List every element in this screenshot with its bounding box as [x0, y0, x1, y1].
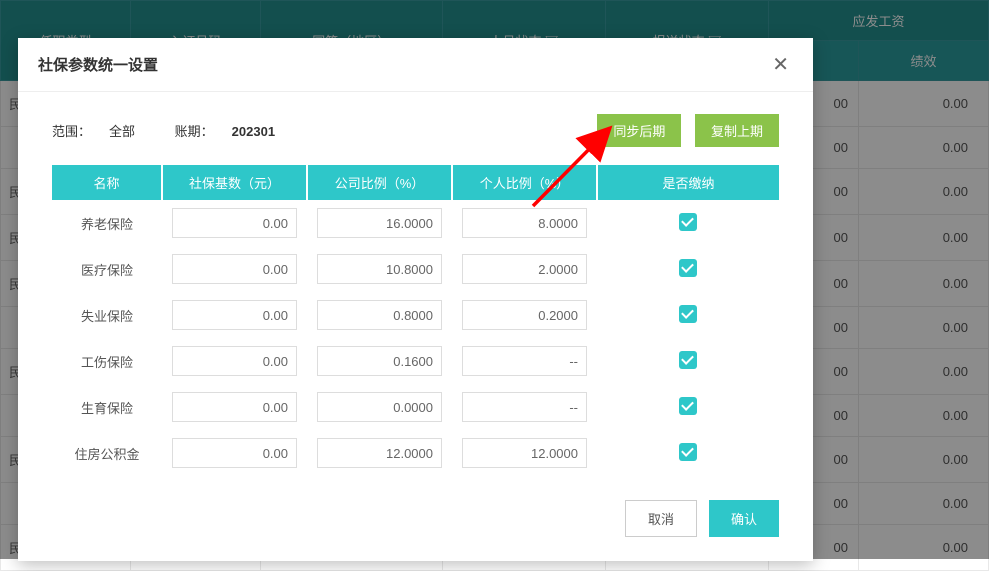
personal-rate-input[interactable] [462, 438, 587, 468]
modal-info: 范围： 全部 账期： 202301 [52, 121, 293, 140]
company-rate-input[interactable] [317, 438, 442, 468]
table-row: 工伤保险 [52, 338, 779, 384]
personal-rate-input[interactable] [462, 346, 587, 376]
company-rate-input[interactable] [317, 208, 442, 238]
col-personal: 个人比例（%） [452, 165, 597, 200]
row-name: 工伤保险 [52, 338, 162, 384]
row-name: 医疗保险 [52, 246, 162, 292]
table-row: 生育保险 [52, 384, 779, 430]
base-input[interactable] [172, 438, 297, 468]
pay-checkbox[interactable] [679, 213, 697, 231]
period-label: 账期： [175, 121, 214, 140]
range-value: 全部 [109, 121, 135, 140]
personal-rate-input[interactable] [462, 208, 587, 238]
personal-rate-input[interactable] [462, 392, 587, 422]
sync-later-button[interactable]: 同步后期 [597, 114, 681, 147]
col-name: 名称 [52, 165, 162, 200]
row-name: 失业保险 [52, 292, 162, 338]
pay-checkbox[interactable] [679, 305, 697, 323]
base-input[interactable] [172, 254, 297, 284]
table-row: 医疗保险 [52, 246, 779, 292]
close-icon[interactable]: ✕ [768, 52, 793, 77]
pay-checkbox[interactable] [679, 397, 697, 415]
col-pay: 是否缴纳 [597, 165, 779, 200]
personal-rate-input[interactable] [462, 254, 587, 284]
param-table: 名称 社保基数（元） 公司比例（%） 个人比例（%） 是否缴纳 养老保险医疗保险… [52, 165, 779, 476]
company-rate-input[interactable] [317, 392, 442, 422]
row-name: 住房公积金 [52, 430, 162, 476]
social-insurance-modal: 社保参数统一设置 ✕ 范围： 全部 账期： 202301 同步后期 复制上期 名称 [18, 38, 813, 561]
base-input[interactable] [172, 208, 297, 238]
pay-checkbox[interactable] [679, 351, 697, 369]
col-company: 公司比例（%） [307, 165, 452, 200]
modal-title: 社保参数统一设置 [38, 54, 158, 75]
company-rate-input[interactable] [317, 300, 442, 330]
period-value: 202301 [232, 124, 275, 139]
row-name: 生育保险 [52, 384, 162, 430]
base-input[interactable] [172, 300, 297, 330]
col-base: 社保基数（元） [162, 165, 307, 200]
base-input[interactable] [172, 346, 297, 376]
pay-checkbox[interactable] [679, 443, 697, 461]
range-label: 范围： [52, 121, 91, 140]
row-name: 养老保险 [52, 200, 162, 246]
cancel-button[interactable]: 取消 [625, 500, 697, 537]
table-row: 住房公积金 [52, 430, 779, 476]
confirm-button[interactable]: 确认 [709, 500, 779, 537]
table-row: 养老保险 [52, 200, 779, 246]
company-rate-input[interactable] [317, 254, 442, 284]
personal-rate-input[interactable] [462, 300, 587, 330]
base-input[interactable] [172, 392, 297, 422]
pay-checkbox[interactable] [679, 259, 697, 277]
table-row: 失业保险 [52, 292, 779, 338]
company-rate-input[interactable] [317, 346, 442, 376]
copy-prev-button[interactable]: 复制上期 [695, 114, 779, 147]
